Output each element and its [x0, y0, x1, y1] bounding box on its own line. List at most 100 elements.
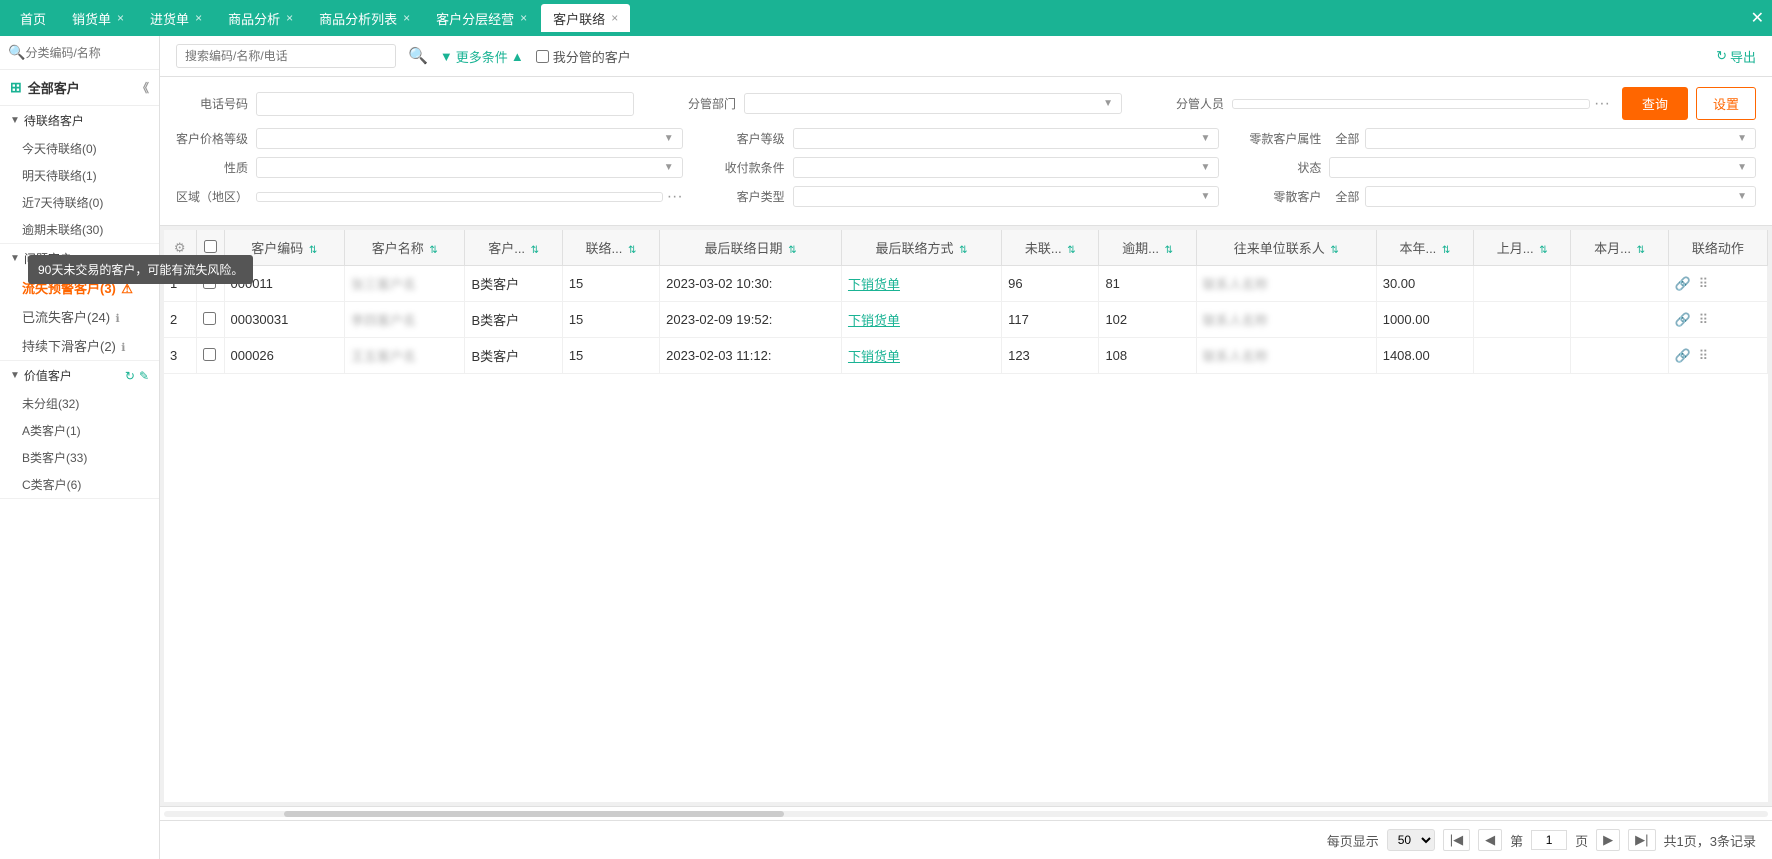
sort-last-month[interactable]: ⇅ — [1539, 245, 1547, 256]
sort-this-month[interactable]: ⇅ — [1637, 245, 1645, 256]
row2-last-method[interactable]: 下销货单 — [841, 302, 1001, 338]
close-tab-sales[interactable]: × — [117, 11, 124, 25]
sidebar-group-pending-header[interactable]: ▼ 待联络客户 — [0, 106, 159, 135]
status-label: 状态 — [1249, 159, 1329, 176]
tab-customer-layer[interactable]: 客户分层经营 × — [424, 4, 539, 32]
sidebar-item-b-class[interactable]: B类客户(33) — [0, 444, 159, 471]
row1-action-link[interactable]: 🔗 — [1675, 276, 1691, 291]
row3-check[interactable] — [203, 348, 216, 361]
sidebar-item-7days[interactable]: 近7天待联络(0) — [0, 189, 159, 216]
sidebar-item-a-class[interactable]: A类客户(1) — [0, 417, 159, 444]
sort-contact[interactable]: ⇅ — [628, 245, 636, 256]
row1-last-date: 2023-03-02 10:30: — [660, 266, 842, 302]
sidebar-item-ungroup[interactable]: 未分组(32) — [0, 390, 159, 417]
close-tab-analysis[interactable]: × — [286, 11, 293, 25]
sort-code[interactable]: ⇅ — [309, 245, 317, 256]
close-window-button[interactable]: ✕ — [1751, 8, 1764, 28]
export-button[interactable]: ↻ 导出 — [1716, 47, 1756, 66]
refresh-icon[interactable]: ↻ — [125, 369, 135, 383]
close-tab-purchase[interactable]: × — [195, 11, 202, 25]
first-page-button[interactable]: |◀ — [1443, 829, 1470, 851]
my-customers-check[interactable] — [536, 50, 549, 63]
row2-actions[interactable]: 🔗 ⠿ — [1668, 302, 1767, 338]
area-ellipsis[interactable]: ··· — [667, 188, 683, 206]
scrollbar-thumb[interactable] — [284, 811, 784, 817]
row3-checkbox[interactable] — [196, 338, 224, 374]
per-page-select[interactable]: 50 — [1387, 829, 1435, 851]
area-select[interactable] — [256, 192, 663, 202]
staff-ellipsis[interactable]: ··· — [1594, 95, 1610, 113]
nature-select[interactable]: ▼ — [256, 157, 683, 178]
sidebar-search-input[interactable] — [25, 46, 160, 60]
row2-last-month — [1474, 302, 1571, 338]
prev-page-button[interactable]: ◀ — [1478, 829, 1502, 851]
tab-home[interactable]: 首页 — [8, 4, 58, 32]
sort-no-contact[interactable]: ⇅ — [1067, 245, 1075, 256]
row3-action-link[interactable]: 🔗 — [1675, 348, 1691, 363]
tab-analysis-list[interactable]: 商品分析列表 × — [307, 4, 422, 32]
row2-action-link[interactable]: 🔗 — [1675, 312, 1691, 327]
last-page-button[interactable]: ▶| — [1628, 829, 1655, 851]
horizontal-scrollbar[interactable] — [160, 806, 1772, 820]
sidebar-item-today[interactable]: 今天待联络(0) — [0, 135, 159, 162]
filter-row-2: 客户价格等级 ▼ 客户等级 ▼ 零款客户属性 全部 — [176, 128, 1756, 149]
row2-action-menu[interactable]: ⠿ — [1699, 312, 1709, 327]
payment-select[interactable]: ▼ — [793, 157, 1220, 178]
sort-overdue[interactable]: ⇅ — [1165, 245, 1173, 256]
row2-check[interactable] — [203, 312, 216, 325]
query-button[interactable]: 查询 — [1622, 87, 1688, 120]
expand-arrow-at-risk: ▼ — [10, 253, 20, 264]
row3-last-month — [1474, 338, 1571, 374]
close-tab-customer-contact[interactable]: × — [611, 11, 618, 25]
col-settings-icon[interactable]: ⚙ — [174, 240, 186, 255]
customer-level-select[interactable]: ▼ — [793, 128, 1220, 149]
sort-name[interactable]: ⇅ — [429, 245, 437, 256]
settings-button[interactable]: 设置 — [1696, 87, 1756, 120]
sort-unit-contacts[interactable]: ⇅ — [1330, 245, 1338, 256]
row3-last-method[interactable]: 下销货单 — [841, 338, 1001, 374]
sort-last-method[interactable]: ⇅ — [959, 245, 967, 256]
more-conditions-toggle[interactable]: ▼ 更多条件 ▲ — [440, 47, 524, 66]
row1-actions[interactable]: 🔗 ⠿ — [1668, 266, 1767, 302]
zero-customer-select[interactable]: ▼ — [1365, 186, 1756, 207]
close-tab-analysis-list[interactable]: × — [403, 11, 410, 25]
status-select[interactable]: ▼ — [1329, 157, 1756, 178]
search-input[interactable] — [176, 44, 396, 68]
row1-last-method[interactable]: 下销货单 — [841, 266, 1001, 302]
row2-checkbox[interactable] — [196, 302, 224, 338]
sidebar-item-churned[interactable]: 已流失客户(24) ℹ — [0, 302, 159, 331]
sort-last-date[interactable]: ⇅ — [788, 245, 796, 256]
payment-arrow: ▼ — [1200, 162, 1210, 173]
collapse-icon[interactable]: 《 — [137, 79, 149, 96]
search-button[interactable]: 🔍 — [408, 46, 428, 66]
zero-attr-select[interactable]: ▼ — [1365, 128, 1756, 149]
phone-input[interactable] — [256, 92, 634, 116]
sidebar-item-declining[interactable]: 持续下滑客户(2) ℹ — [0, 331, 159, 360]
row3-action-menu[interactable]: ⠿ — [1699, 348, 1709, 363]
close-tab-customer-layer[interactable]: × — [520, 11, 527, 25]
tab-purchase[interactable]: 进货单 × — [138, 4, 214, 32]
select-all-checkbox[interactable] — [204, 240, 217, 253]
customer-type-select[interactable]: ▼ — [793, 186, 1220, 207]
sidebar-all-customers[interactable]: ⊞ 全部客户 《 — [0, 70, 159, 106]
tab-analysis[interactable]: 商品分析 × — [216, 4, 305, 32]
page-number-input[interactable] — [1531, 830, 1567, 850]
sidebar-group-value-header[interactable]: ▼ 价值客户 ↻ ✎ — [0, 361, 159, 390]
sidebar-item-overdue[interactable]: 逾期未联络(30) — [0, 216, 159, 243]
price-level-select[interactable]: ▼ — [256, 128, 683, 149]
scrollbar-track[interactable] — [164, 811, 1768, 817]
sidebar-item-c-class[interactable]: C类客户(6) — [0, 471, 159, 498]
col-contact: 联络... ⇅ — [562, 230, 659, 266]
next-page-button[interactable]: ▶ — [1596, 829, 1620, 851]
staff-select[interactable] — [1232, 99, 1590, 109]
row3-actions[interactable]: 🔗 ⠿ — [1668, 338, 1767, 374]
sort-this-year[interactable]: ⇅ — [1442, 245, 1450, 256]
edit-icon[interactable]: ✎ — [139, 369, 149, 383]
filter-row-3: 性质 ▼ 收付款条件 ▼ 状态 ▼ — [176, 157, 1756, 178]
tab-customer-contact[interactable]: 客户联络 × — [541, 4, 630, 32]
sidebar-item-tomorrow[interactable]: 明天待联络(1) — [0, 162, 159, 189]
sort-type[interactable]: ⇅ — [531, 245, 539, 256]
dept-select[interactable]: ▼ — [744, 93, 1122, 114]
row1-action-menu[interactable]: ⠿ — [1699, 276, 1709, 291]
tab-sales[interactable]: 销货单 × — [60, 4, 136, 32]
